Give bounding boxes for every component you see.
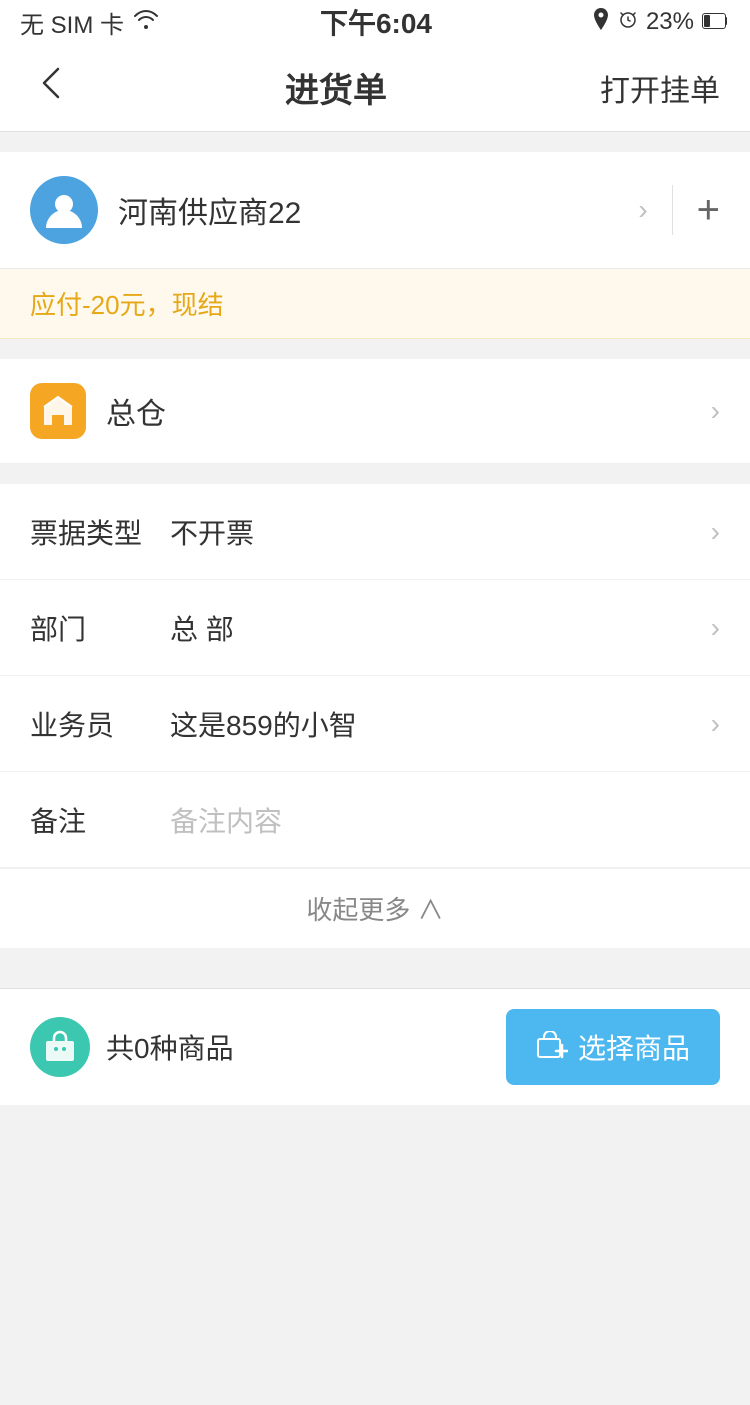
supplier-name: 河南供应商22 bbox=[118, 188, 638, 232]
bottom-area bbox=[0, 1105, 750, 1405]
notice-text: 应付-20元，现结 bbox=[30, 290, 224, 320]
select-product-button[interactable]: 选择商品 bbox=[506, 1009, 720, 1085]
wifi-icon bbox=[132, 8, 160, 36]
battery-icon bbox=[702, 8, 730, 36]
bottom-bar: 共0种商品 选择商品 bbox=[0, 988, 750, 1105]
supplier-avatar bbox=[30, 176, 98, 244]
product-icon bbox=[30, 1017, 90, 1077]
product-count-text: 共0种商品 bbox=[106, 1027, 234, 1067]
remark-input[interactable]: 备注内容 bbox=[160, 800, 720, 840]
nav-bar: 进货单 打开挂单 bbox=[0, 44, 750, 132]
collapse-row[interactable]: 收起更多 ∧ bbox=[0, 868, 750, 948]
warehouse-row[interactable]: 总仓 › bbox=[0, 359, 750, 464]
notice-bar: 应付-20元，现结 bbox=[0, 269, 750, 339]
sim-label: 无 SIM 卡 bbox=[20, 5, 124, 40]
battery-percent: 23% bbox=[646, 8, 694, 36]
status-right: 23% bbox=[592, 8, 730, 37]
status-left: 无 SIM 卡 bbox=[20, 5, 160, 40]
back-button[interactable] bbox=[30, 55, 72, 120]
salesperson-label: 业务员 bbox=[30, 704, 160, 744]
department-row[interactable]: 部门 总 部 › bbox=[0, 580, 750, 676]
warehouse-chevron-icon: › bbox=[711, 395, 720, 427]
location-icon bbox=[592, 8, 610, 37]
department-value: 总 部 bbox=[160, 608, 711, 648]
invoice-type-chevron-icon: › bbox=[711, 516, 720, 548]
section-gap-4 bbox=[0, 948, 750, 968]
section-gap-3 bbox=[0, 464, 750, 484]
invoice-type-row[interactable]: 票据类型 不开票 › bbox=[0, 484, 750, 580]
supplier-section: 河南供应商22 › + 应付-20元，现结 bbox=[0, 152, 750, 339]
warehouse-section: 总仓 › bbox=[0, 359, 750, 464]
page-title: 进货单 bbox=[285, 63, 387, 112]
salesperson-chevron-icon: › bbox=[711, 708, 720, 740]
open-pending-button[interactable]: 打开挂单 bbox=[600, 66, 720, 110]
department-chevron-icon: › bbox=[711, 612, 720, 644]
warehouse-name: 总仓 bbox=[106, 389, 711, 433]
product-count-area: 共0种商品 bbox=[30, 1017, 234, 1077]
section-gap-2 bbox=[0, 339, 750, 359]
vertical-divider bbox=[672, 185, 673, 235]
section-gap-1 bbox=[0, 132, 750, 152]
form-section: 票据类型 不开票 › 部门 总 部 › 业务员 这是859的小智 › 备注 备注… bbox=[0, 484, 750, 948]
alarm-icon bbox=[618, 8, 638, 36]
status-bar: 无 SIM 卡 下午6:04 23% bbox=[0, 0, 750, 44]
supplier-row[interactable]: 河南供应商22 › + bbox=[0, 152, 750, 269]
select-product-icon bbox=[536, 1031, 568, 1063]
collapse-label: 收起更多 ∧ bbox=[306, 890, 443, 927]
department-label: 部门 bbox=[30, 608, 160, 648]
warehouse-icon bbox=[30, 383, 86, 439]
salesperson-row[interactable]: 业务员 这是859的小智 › bbox=[0, 676, 750, 772]
remark-row[interactable]: 备注 备注内容 bbox=[0, 772, 750, 868]
select-product-label: 选择商品 bbox=[578, 1027, 690, 1067]
salesperson-value: 这是859的小智 bbox=[160, 704, 711, 744]
add-supplier-button[interactable]: + bbox=[697, 190, 720, 230]
invoice-type-label: 票据类型 bbox=[30, 512, 160, 552]
status-time: 下午6:04 bbox=[320, 2, 432, 42]
invoice-type-value: 不开票 bbox=[160, 512, 711, 552]
supplier-chevron-icon: › bbox=[638, 194, 647, 226]
remark-label: 备注 bbox=[30, 800, 160, 840]
